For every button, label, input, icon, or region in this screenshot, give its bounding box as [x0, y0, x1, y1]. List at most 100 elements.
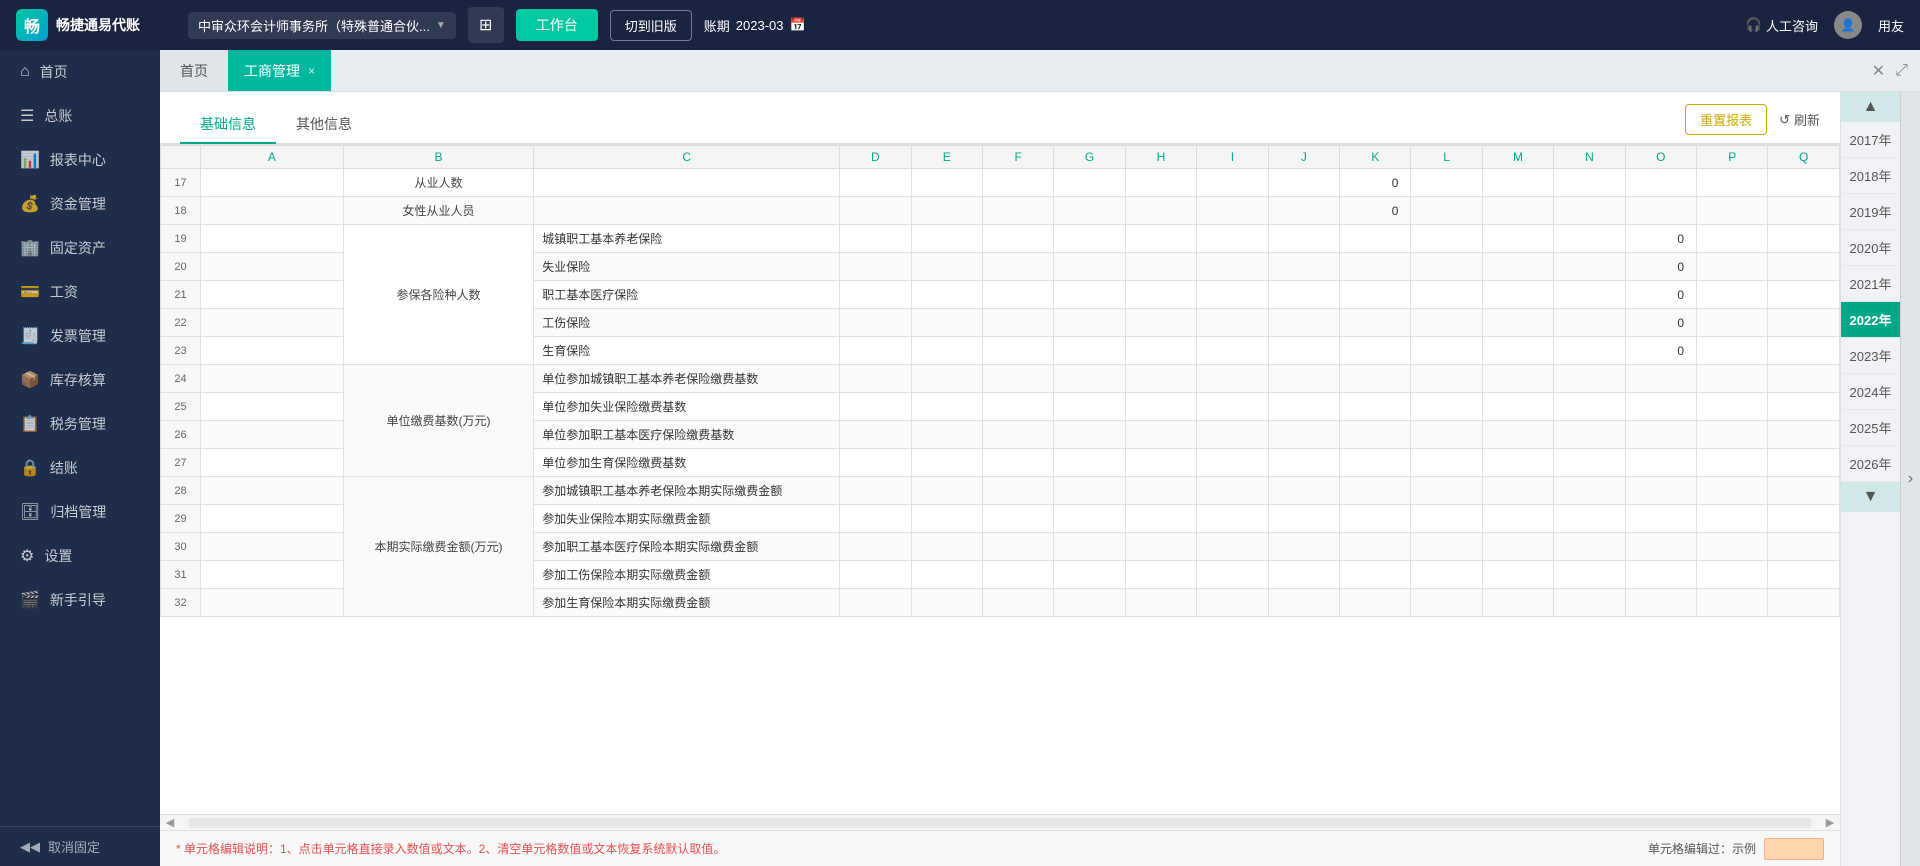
cell-23-e[interactable] [911, 337, 982, 365]
sidebar-item-settings[interactable]: ⚙ 设置 [0, 534, 160, 578]
cell-21-i[interactable] [1197, 281, 1268, 309]
avatar[interactable]: 👤 [1834, 11, 1862, 39]
cell-22-e[interactable] [911, 309, 982, 337]
cell-29-c[interactable]: 参加失业保险本期实际缴费金额 [534, 505, 840, 533]
cell-22-f[interactable] [982, 309, 1053, 337]
cell-23-a[interactable] [201, 337, 344, 365]
cell-18-q[interactable] [1768, 197, 1840, 225]
cell-28-l[interactable] [1411, 477, 1482, 505]
workbench-button[interactable]: 工作台 [516, 9, 598, 41]
horizontal-scrollbar[interactable]: ◀ ▶ [160, 814, 1840, 830]
service-button[interactable]: 🎧 人工咨询 [1746, 16, 1818, 35]
cell-17-o[interactable] [1625, 169, 1696, 197]
cell-24-d[interactable] [840, 365, 911, 393]
cell-22-p[interactable] [1697, 309, 1768, 337]
cell-29-o[interactable] [1625, 505, 1696, 533]
cell-17-g[interactable] [1054, 169, 1125, 197]
cell-26-a[interactable] [201, 421, 344, 449]
cell-22-a[interactable] [201, 309, 344, 337]
reset-report-button[interactable]: 重置报表 [1685, 104, 1767, 135]
cell-18-o[interactable] [1625, 197, 1696, 225]
cell-24-a[interactable] [201, 365, 344, 393]
cell-28-j[interactable] [1268, 477, 1339, 505]
cell-29-n[interactable] [1554, 505, 1625, 533]
cell-32-g[interactable] [1054, 589, 1125, 617]
cell-25-a[interactable] [201, 393, 344, 421]
window-close-icon[interactable]: ✕ [1872, 61, 1885, 81]
cell-31-j[interactable] [1268, 561, 1339, 589]
cell-18-f[interactable] [982, 197, 1053, 225]
cell-29-k[interactable] [1340, 505, 1411, 533]
cell-23-h[interactable] [1125, 337, 1196, 365]
cell-26-p[interactable] [1697, 421, 1768, 449]
sidebar-item-ledger[interactable]: ☰ 总账 [0, 94, 160, 138]
cell-30-f[interactable] [982, 533, 1053, 561]
sidebar-item-report[interactable]: 📊 报表中心 [0, 138, 160, 182]
cell-24-q[interactable] [1768, 365, 1840, 393]
cell-20-m[interactable] [1482, 253, 1553, 281]
cell-21-k[interactable] [1340, 281, 1411, 309]
cell-24-j[interactable] [1268, 365, 1339, 393]
cell-17-a[interactable] [201, 169, 344, 197]
cell-22-m[interactable] [1482, 309, 1553, 337]
cell-25-f[interactable] [982, 393, 1053, 421]
year-2017[interactable]: 2017年 [1841, 122, 1900, 158]
cell-17-k[interactable]: 0 [1340, 169, 1411, 197]
cell-26-o[interactable] [1625, 421, 1696, 449]
cell-24-f[interactable] [982, 365, 1053, 393]
cell-27-f[interactable] [982, 449, 1053, 477]
cell-25-m[interactable] [1482, 393, 1553, 421]
cell-23-l[interactable] [1411, 337, 1482, 365]
cell-25-p[interactable] [1697, 393, 1768, 421]
cell-30-n[interactable] [1554, 533, 1625, 561]
cell-26-c[interactable]: 单位参加职工基本医疗保险缴费基数 [534, 421, 840, 449]
cell-28-o[interactable] [1625, 477, 1696, 505]
cell-27-i[interactable] [1197, 449, 1268, 477]
cell-24-b[interactable]: 单位缴费基数(万元) [343, 365, 533, 477]
cell-20-k[interactable] [1340, 253, 1411, 281]
cell-20-l[interactable] [1411, 253, 1482, 281]
cell-27-h[interactable] [1125, 449, 1196, 477]
cell-29-d[interactable] [840, 505, 911, 533]
cell-31-h[interactable] [1125, 561, 1196, 589]
cell-28-m[interactable] [1482, 477, 1553, 505]
cell-29-a[interactable] [201, 505, 344, 533]
cell-25-q[interactable] [1768, 393, 1840, 421]
cell-32-e[interactable] [911, 589, 982, 617]
cell-17-e[interactable] [911, 169, 982, 197]
cell-26-l[interactable] [1411, 421, 1482, 449]
cell-29-j[interactable] [1268, 505, 1339, 533]
cell-32-k[interactable] [1340, 589, 1411, 617]
year-2018[interactable]: 2018年 [1841, 158, 1900, 194]
cell-30-q[interactable] [1768, 533, 1840, 561]
cell-19-i[interactable] [1197, 225, 1268, 253]
cell-19-d[interactable] [840, 225, 911, 253]
cell-17-c[interactable] [534, 169, 840, 197]
cell-25-e[interactable] [911, 393, 982, 421]
cell-20-a[interactable] [201, 253, 344, 281]
cell-22-q[interactable] [1768, 309, 1840, 337]
cell-17-h[interactable] [1125, 169, 1196, 197]
scroll-left-arrow[interactable]: ◀ [160, 816, 180, 829]
cell-26-j[interactable] [1268, 421, 1339, 449]
cell-20-o[interactable]: 0 [1625, 253, 1696, 281]
window-expand-icon[interactable]: ⤢ [1895, 62, 1908, 80]
cell-26-m[interactable] [1482, 421, 1553, 449]
sidebar-item-home[interactable]: ⌂ 首页 [0, 50, 160, 94]
cell-28-p[interactable] [1697, 477, 1768, 505]
cell-20-e[interactable] [911, 253, 982, 281]
cell-22-c[interactable]: 工伤保险 [534, 309, 840, 337]
spreadsheet-scroll[interactable]: A B C D E F G H I J [160, 145, 1840, 814]
cell-17-f[interactable] [982, 169, 1053, 197]
cell-31-e[interactable] [911, 561, 982, 589]
sidebar-item-payroll[interactable]: 💳 工资 [0, 270, 160, 314]
cell-21-c[interactable]: 职工基本医疗保险 [534, 281, 840, 309]
cell-24-i[interactable] [1197, 365, 1268, 393]
cell-32-n[interactable] [1554, 589, 1625, 617]
year-2021[interactable]: 2021年 [1841, 266, 1900, 302]
cell-25-g[interactable] [1054, 393, 1125, 421]
cell-23-o[interactable]: 0 [1625, 337, 1696, 365]
year-2025[interactable]: 2025年 [1841, 410, 1900, 446]
tab-home[interactable]: 首页 [160, 50, 228, 91]
cell-30-g[interactable] [1054, 533, 1125, 561]
